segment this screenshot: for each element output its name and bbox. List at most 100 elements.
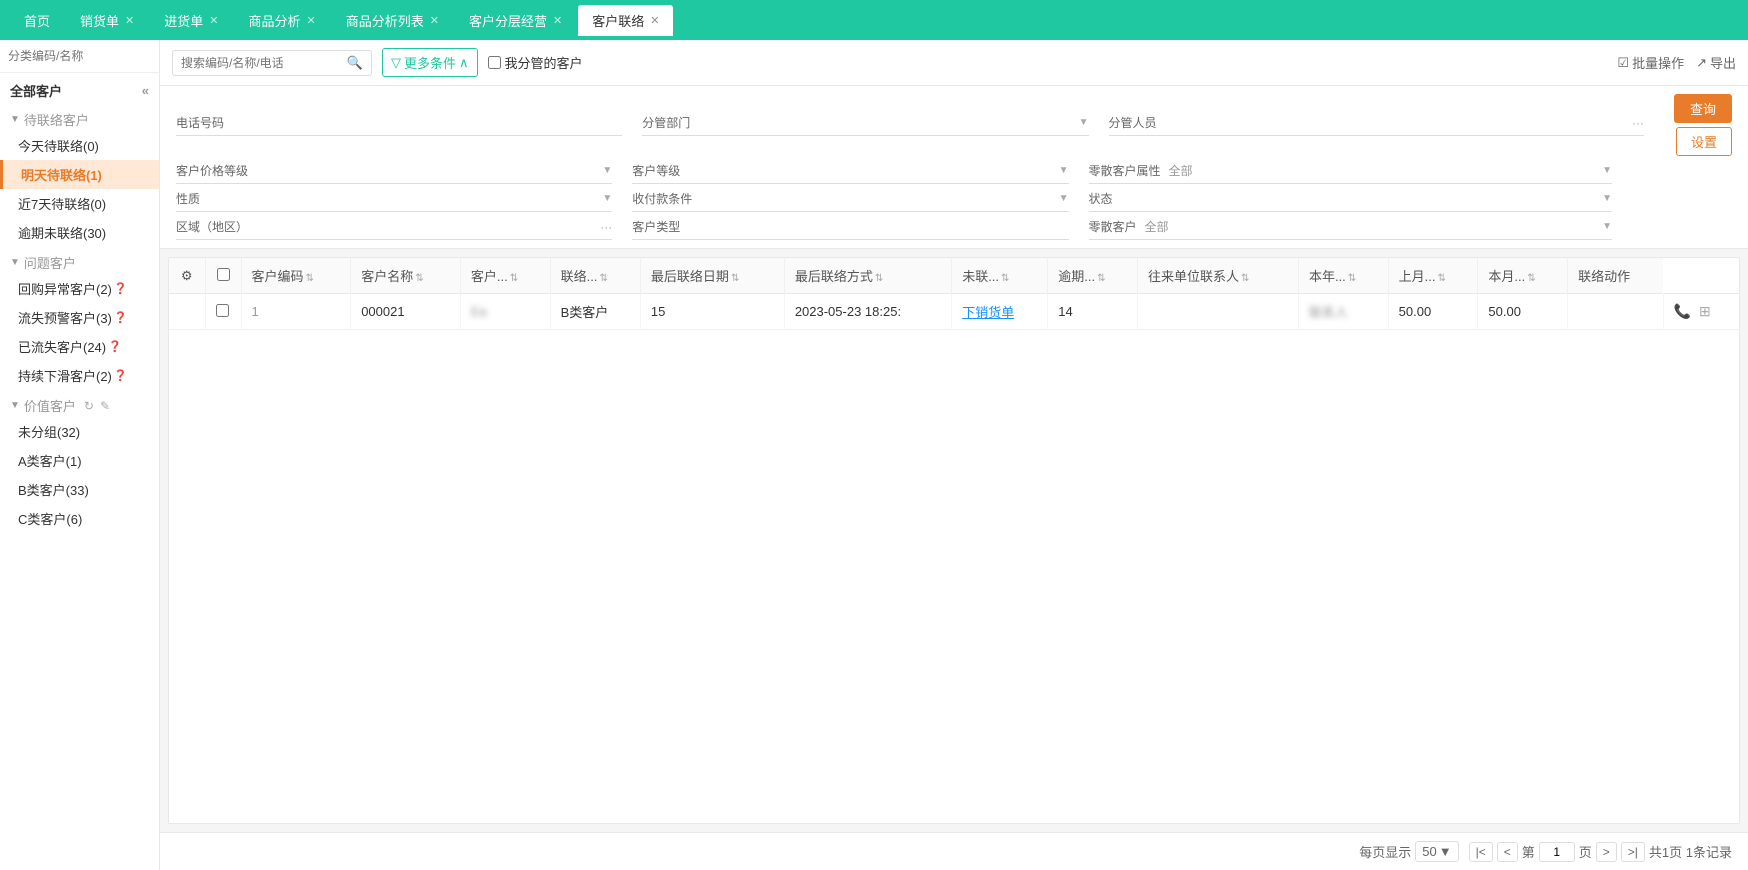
sidebar-search-container: 🔍	[0, 40, 159, 73]
nav-product-analysis-close[interactable]: ✕	[307, 14, 316, 27]
th-checkbox[interactable]	[205, 258, 241, 294]
sidebar-item-overdue[interactable]: 逾期未联络(30)	[0, 218, 159, 247]
nav-customer-tier-close[interactable]: ✕	[553, 14, 562, 27]
sidebar-search-input[interactable]	[8, 49, 160, 63]
filter-payment-terms-select[interactable]: ▼	[700, 193, 1068, 204]
filter-region-select[interactable]: ···	[256, 220, 612, 234]
th-this-month[interactable]: 本月...⇅	[1478, 258, 1568, 294]
my-customers-check[interactable]: 我分管的客户	[488, 53, 583, 72]
help-icon-1: ❓	[114, 282, 128, 295]
th-checkbox-input[interactable]	[217, 268, 230, 281]
filter-status-select[interactable]: ▼	[1121, 193, 1612, 204]
th-name[interactable]: 客户名称⇅	[351, 258, 461, 294]
filter-customer-level-select[interactable]: ▼	[688, 165, 1068, 176]
page-next-btn[interactable]: >	[1596, 842, 1617, 862]
sidebar-item-today[interactable]: 今天待联络(0)	[0, 131, 159, 160]
nav-home[interactable]: 首页	[10, 5, 64, 36]
th-contacts[interactable]: 联络...⇅	[550, 258, 640, 294]
th-this-year-sort: ⇅	[1348, 273, 1356, 284]
last-method-link[interactable]: 下销货单	[962, 305, 1014, 320]
filter-retail-customer: 零散客户 全部 ▼	[1089, 218, 1613, 240]
sidebar-item-churn-warning[interactable]: 流失预警客户(3) ❓	[0, 303, 159, 332]
page-number-input[interactable]	[1539, 842, 1575, 862]
nav-purchase-order-close[interactable]: ✕	[209, 14, 218, 27]
page-prev-btn[interactable]: <	[1497, 842, 1518, 862]
batch-checkbox-icon: ☑	[1617, 55, 1629, 71]
nav-customer-contact-close[interactable]: ✕	[650, 14, 659, 27]
filter-manager-select[interactable]: ···	[1165, 116, 1644, 130]
filter-panel: 电话号码 分管部门 ▼ 分管人员 ···	[160, 86, 1748, 249]
action-phone-icon[interactable]: 📞	[1674, 303, 1691, 320]
th-code-sort: ⇅	[306, 273, 314, 284]
value-customer-refresh[interactable]: ↻	[84, 399, 94, 413]
sidebar-group-value[interactable]: ▼ 价值客户 ↻ ✎	[0, 390, 159, 417]
sidebar-item-tomorrow[interactable]: 明天待联络(1)	[0, 160, 159, 189]
th-code[interactable]: 客户编码⇅	[241, 258, 351, 294]
nav-customer-contact[interactable]: 客户联络 ✕	[578, 5, 673, 36]
sidebar-collapse-icon[interactable]: «	[142, 83, 149, 98]
sidebar-item-declining[interactable]: 持续下滑客户(2) ❓	[0, 361, 159, 390]
th-contact-person[interactable]: 往来单位联系人⇅	[1137, 258, 1298, 294]
filter-retail-customer-label: 零散客户	[1089, 218, 1137, 235]
footer: 每页显示 50 ▼ |< < 第 页 > >| 共1页 1条记录	[160, 832, 1748, 870]
filter-nature-select[interactable]: ▼	[208, 193, 612, 204]
filter-retail-attr-select[interactable]: 全部 ▼	[1169, 162, 1612, 179]
filter-more-btn[interactable]: ▽ 更多条件 ∧	[382, 48, 478, 77]
filter-nature: 性质 ▼	[176, 190, 612, 212]
nav-sales-order[interactable]: 销货单 ✕	[66, 5, 148, 36]
th-last-month[interactable]: 上月...⇅	[1388, 258, 1478, 294]
sidebar-item-7days[interactable]: 近7天待联络(0)	[0, 189, 159, 218]
page-first-btn[interactable]: |<	[1469, 842, 1493, 862]
filter-manager-dots[interactable]: ···	[1632, 116, 1644, 130]
th-last-date[interactable]: 最后联络日期⇅	[640, 258, 784, 294]
filter-region-dots[interactable]: ···	[600, 220, 612, 234]
sidebar-item-class-c[interactable]: C类客户(6)	[0, 504, 159, 533]
nav-product-analysis[interactable]: 商品分析 ✕	[234, 5, 329, 36]
customer-table: ⚙ 客户编码⇅ 客户名称⇅ 客户...⇅ 联络...⇅	[169, 258, 1739, 330]
th-last-method[interactable]: 最后联络方式⇅	[784, 258, 951, 294]
action-grid-icon[interactable]: ⊞	[1699, 303, 1711, 320]
page-size-box[interactable]: 50 ▼	[1415, 841, 1458, 862]
page-last-btn[interactable]: >|	[1621, 842, 1645, 862]
help-icon-2: ❓	[114, 311, 128, 324]
toolbar-search-icon[interactable]: 🔍	[347, 55, 363, 71]
filter-nature-arrow: ▼	[602, 193, 612, 204]
sidebar-item-class-b[interactable]: B类客户(33)	[0, 475, 159, 504]
sidebar-group-pending[interactable]: ▼ 待联络客户	[0, 104, 159, 131]
th-this-year[interactable]: 本年...⇅	[1298, 258, 1388, 294]
query-button[interactable]: 查询	[1674, 94, 1732, 123]
batch-operations-btn[interactable]: ☑ 批量操作	[1617, 53, 1684, 72]
sidebar-all-customers[interactable]: 全部客户 «	[0, 73, 159, 104]
filter-dept-arrow: ▼	[1079, 117, 1089, 128]
filter-retail-customer-select[interactable]: 全部 ▼	[1145, 218, 1612, 235]
nav-customer-tier[interactable]: 客户分层经营 ✕	[455, 5, 576, 36]
sidebar-item-class-a[interactable]: A类客户(1)	[0, 446, 159, 475]
td-last-date: 2023-05-23 18:25:	[784, 294, 951, 330]
toolbar-search-box[interactable]: 🔍	[172, 50, 372, 76]
nav-product-analysis-list-close[interactable]: ✕	[430, 14, 439, 27]
my-customers-checkbox[interactable]	[488, 56, 501, 69]
th-no-contact[interactable]: 未联...⇅	[952, 258, 1048, 294]
td-checkbox[interactable]	[205, 294, 241, 330]
nav-sales-order-close[interactable]: ✕	[125, 14, 134, 27]
export-btn[interactable]: ↗ 导出	[1696, 53, 1736, 72]
settings-button[interactable]: 设置	[1676, 127, 1732, 156]
filter-row-1: 电话号码 分管部门 ▼ 分管人员 ···	[176, 94, 1732, 156]
nav-product-analysis-list[interactable]: 商品分析列表 ✕	[332, 5, 453, 36]
nav-purchase-order[interactable]: 进货单 ✕	[150, 5, 232, 36]
filter-retail-attr: 零散客户属性 全部 ▼	[1089, 162, 1613, 184]
th-gear[interactable]: ⚙	[169, 258, 205, 294]
sidebar-item-churned[interactable]: 已流失客户(24) ❓	[0, 332, 159, 361]
sidebar-group-problem[interactable]: ▼ 问题客户	[0, 247, 159, 274]
value-customer-edit[interactable]: ✎	[100, 399, 110, 413]
th-last-date-sort: ⇅	[731, 273, 739, 284]
filter-price-level-select[interactable]: ▼	[256, 165, 612, 176]
th-overdue[interactable]: 逾期...⇅	[1048, 258, 1138, 294]
toolbar-search-input[interactable]	[181, 56, 343, 70]
sidebar-item-ungrouped[interactable]: 未分组(32)	[0, 417, 159, 446]
filter-phone-input[interactable]	[232, 116, 622, 130]
th-category[interactable]: 客户...⇅	[460, 258, 550, 294]
filter-dept-select[interactable]: ▼	[698, 117, 1088, 128]
td-row-checkbox[interactable]	[216, 304, 229, 317]
sidebar-item-repurchase-abnormal[interactable]: 回购异常客户(2) ❓	[0, 274, 159, 303]
